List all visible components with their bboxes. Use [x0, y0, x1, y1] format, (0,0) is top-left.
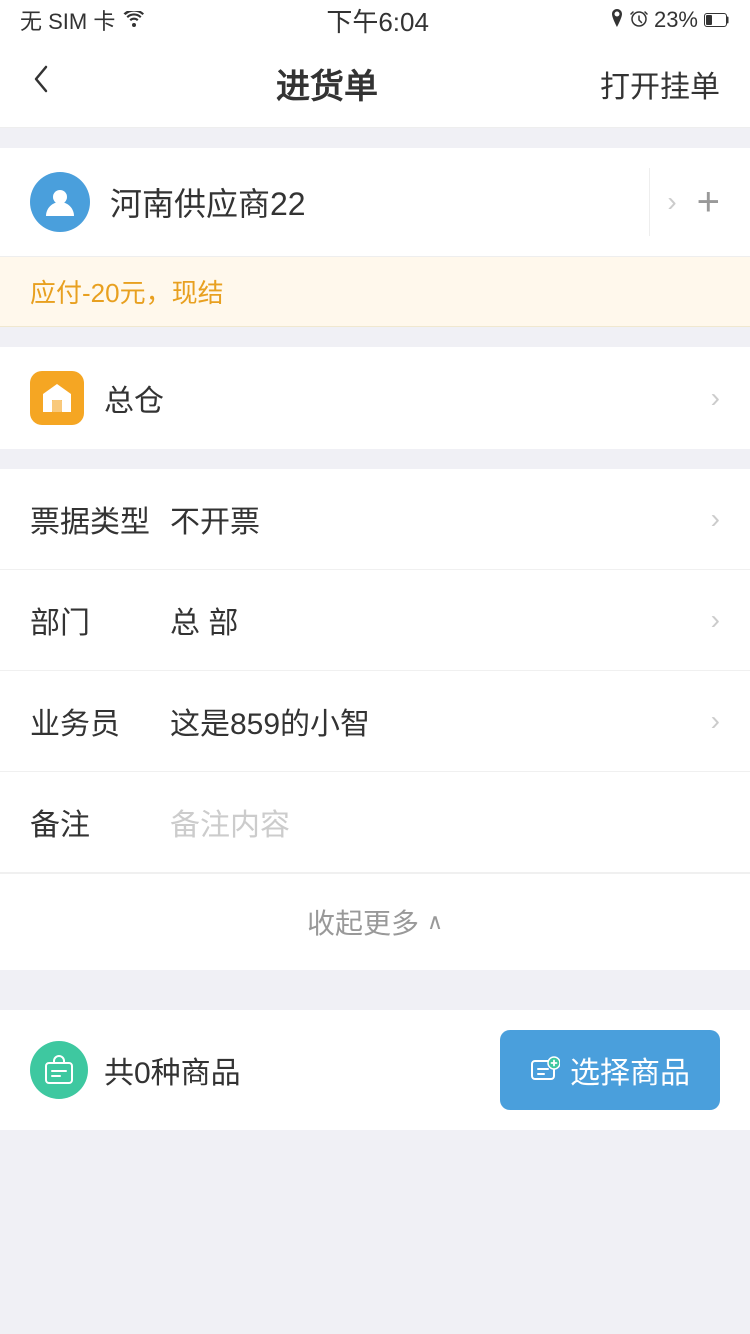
department-row[interactable]: 部门 总 部 ›: [0, 570, 750, 671]
warehouse-chevron-icon: ›: [711, 382, 720, 414]
warehouse-name: 总仓: [104, 376, 711, 420]
supplier-divider: [649, 168, 650, 236]
department-value: 总 部: [170, 598, 711, 642]
goods-info: 共0种商品: [30, 1041, 241, 1099]
department-label: 部门: [30, 598, 170, 642]
status-left: 无 SIM 卡: [20, 4, 145, 36]
form-section: 票据类型 不开票 › 部门 总 部 › 业务员 这是859的小智 › 备注 备注…: [0, 469, 750, 970]
ticket-type-label: 票据类型: [30, 497, 170, 541]
goods-count-label: 共0种商品: [104, 1048, 241, 1092]
remarks-row[interactable]: 备注 备注内容: [0, 772, 750, 873]
remarks-label: 备注: [30, 800, 170, 844]
salesperson-chevron-icon: ›: [711, 705, 720, 737]
page-title: 进货单: [276, 59, 378, 108]
open-pending-button[interactable]: 打开挂单: [600, 62, 720, 106]
supplier-name: 河南供应商22: [110, 179, 667, 225]
location-icon: [610, 7, 624, 33]
back-button[interactable]: [30, 59, 54, 108]
remarks-input[interactable]: 备注内容: [170, 800, 720, 844]
select-goods-button[interactable]: 选择商品: [500, 1030, 720, 1110]
ticket-type-value: 不开票: [170, 497, 711, 541]
section-gap-2: [0, 327, 750, 347]
salesperson-label: 业务员: [30, 699, 170, 743]
ticket-type-row[interactable]: 票据类型 不开票 ›: [0, 469, 750, 570]
supplier-section: 河南供应商22 › + 应付-20元，现结: [0, 148, 750, 327]
battery-icon: [704, 7, 730, 33]
warehouse-section: 总仓 ›: [0, 347, 750, 449]
notice-bar: 应付-20元，现结: [0, 257, 750, 327]
status-bar: 无 SIM 卡 下午6:04 23%: [0, 0, 750, 40]
sim-label: 无 SIM 卡: [20, 4, 115, 36]
supplier-row[interactable]: 河南供应商22 › +: [0, 148, 750, 257]
status-time: 下午6:04: [326, 2, 429, 39]
battery-percent: 23%: [654, 7, 698, 33]
add-supplier-button[interactable]: +: [697, 180, 720, 225]
select-goods-label: 选择商品: [570, 1048, 690, 1092]
supplier-chevron-icon: ›: [667, 186, 676, 218]
section-gap-1: [0, 128, 750, 148]
collapse-button[interactable]: 收起更多 ∧: [0, 873, 750, 970]
section-gap-3: [0, 449, 750, 469]
nav-bar: 进货单 打开挂单: [0, 40, 750, 128]
wifi-icon: [123, 7, 145, 33]
warehouse-row[interactable]: 总仓 ›: [0, 347, 750, 449]
status-right: 23%: [610, 7, 730, 33]
supplier-avatar: [30, 172, 90, 232]
ticket-type-chevron-icon: ›: [711, 503, 720, 535]
collapse-label: 收起更多: [307, 902, 419, 942]
collapse-icon: ∧: [427, 909, 443, 935]
goods-icon-wrap: [30, 1041, 88, 1099]
alarm-icon: [630, 7, 648, 33]
salesperson-value: 这是859的小智: [170, 699, 711, 743]
salesperson-row[interactable]: 业务员 这是859的小智 ›: [0, 671, 750, 772]
department-chevron-icon: ›: [711, 604, 720, 636]
section-gap-4: [0, 970, 750, 990]
bottom-bar: 共0种商品 选择商品: [0, 1010, 750, 1130]
warehouse-icon-wrap: [30, 371, 84, 425]
